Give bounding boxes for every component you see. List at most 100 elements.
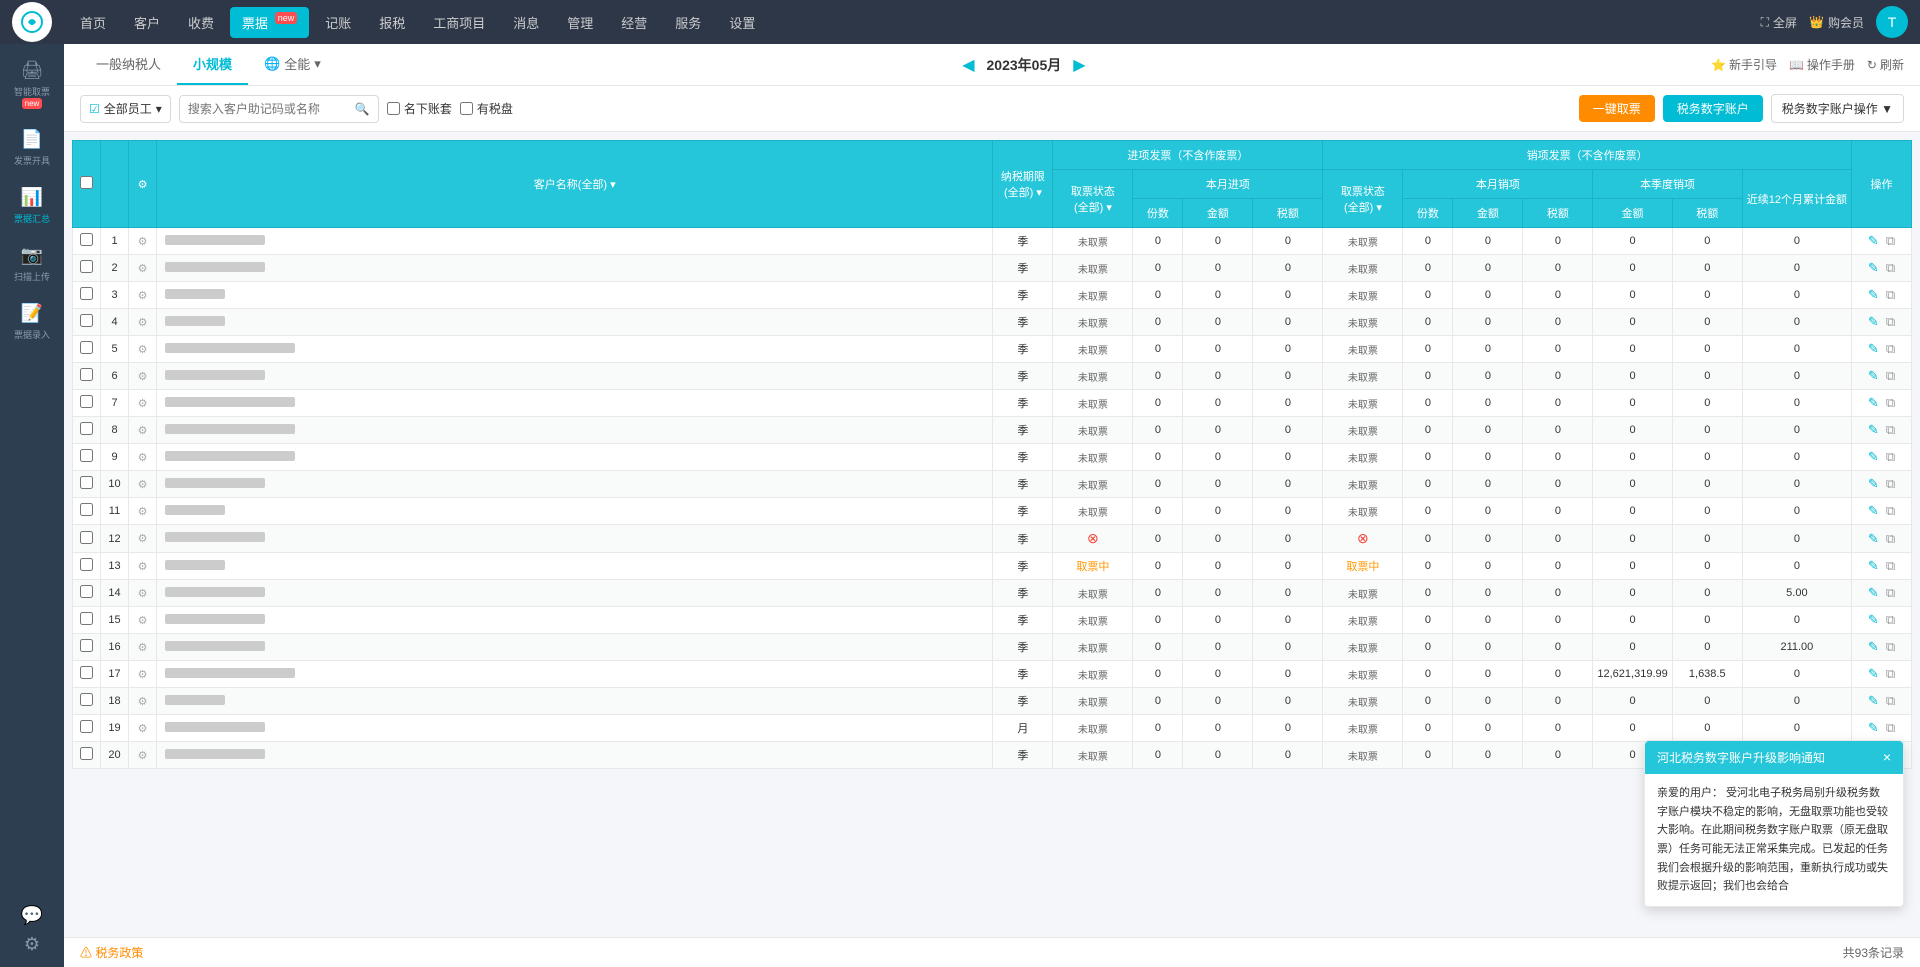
sidebar-item-invoice-summary[interactable]: 📊 票据汇总 [4,179,60,233]
row-checkbox[interactable] [80,747,93,760]
row-settings-icon[interactable]: ⚙ [138,533,148,545]
member-btn[interactable]: 👑 购会员 [1809,14,1864,31]
row-checkbox[interactable] [80,585,93,598]
nav-manage[interactable]: 管理 [555,7,605,38]
row-settings-icon[interactable]: ⚙ [138,669,148,681]
edit-icon[interactable]: ✎ [1868,693,1879,708]
copy-icon[interactable]: ⧉ [1886,395,1895,410]
row-checkbox[interactable] [80,422,93,435]
search-icon[interactable]: 🔍 [355,102,370,116]
chat-icon[interactable]: 💬 [21,905,43,926]
header-client-col[interactable]: 客户名称(全部) ▾ [157,141,993,228]
nav-operation[interactable]: 经营 [609,7,659,38]
avatar[interactable]: T [1876,6,1908,38]
row-settings-icon[interactable]: ⚙ [138,344,148,356]
nav-client[interactable]: 客户 [122,7,172,38]
nav-settings[interactable]: 设置 [717,7,767,38]
row-settings-icon[interactable]: ⚙ [138,506,148,518]
sub-account-checkbox[interactable] [387,102,400,115]
nav-accounting[interactable]: 记账 [313,7,363,38]
edit-icon[interactable]: ✎ [1868,531,1879,546]
edit-icon[interactable]: ✎ [1868,612,1879,627]
row-settings-icon[interactable]: ⚙ [138,371,148,383]
row-settings-icon[interactable]: ⚙ [138,750,148,762]
row-checkbox[interactable] [80,503,93,516]
row-settings-icon[interactable]: ⚙ [138,290,148,302]
nav-business[interactable]: 工商项目 [421,7,497,38]
edit-icon[interactable]: ✎ [1868,476,1879,491]
row-checkbox[interactable] [80,395,93,408]
row-checkbox[interactable] [80,476,93,489]
next-month-btn[interactable]: ▶ [1069,55,1089,75]
copy-icon[interactable]: ⧉ [1886,666,1895,681]
edit-icon[interactable]: ✎ [1868,558,1879,573]
row-checkbox[interactable] [80,639,93,652]
copy-icon[interactable]: ⧉ [1886,341,1895,356]
tab-general-taxpayer[interactable]: 一般纳税人 [80,44,177,85]
copy-icon[interactable]: ⧉ [1886,233,1895,248]
edit-icon[interactable]: ✎ [1868,639,1879,654]
select-all-checkbox[interactable] [80,176,93,189]
nav-home[interactable]: 首页 [68,7,118,38]
header-take-status-out[interactable]: 取票状态(全部) ▾ [1323,170,1403,228]
refresh-btn[interactable]: ↻ 刷新 [1867,56,1904,73]
digital-account-ops-btn[interactable]: 税务数字账户操作 ▼ [1771,94,1904,123]
row-checkbox[interactable] [80,666,93,679]
tab-all[interactable]: 🌐 全能 ▾ [248,44,337,85]
copy-icon[interactable]: ⧉ [1886,287,1895,302]
row-checkbox[interactable] [80,693,93,706]
edit-icon[interactable]: ✎ [1868,666,1879,681]
row-settings-icon[interactable]: ⚙ [138,317,148,329]
prev-month-btn[interactable]: ◀ [958,55,978,75]
row-checkbox[interactable] [80,558,93,571]
nav-message[interactable]: 消息 [501,7,551,38]
fullscreen-btn[interactable]: ⛶ 全屏 [1761,14,1797,31]
sidebar-item-invoice-entry[interactable]: 📝 票据录入 [4,295,60,349]
tax-disk-checkbox[interactable] [460,102,473,115]
tab-small-scale[interactable]: 小规模 [177,44,248,85]
row-settings-icon[interactable]: ⚙ [138,236,148,248]
row-checkbox[interactable] [80,531,93,544]
copy-icon[interactable]: ⧉ [1886,531,1895,546]
nav-tax[interactable]: 报税 [367,7,417,38]
copy-icon[interactable]: ⧉ [1886,368,1895,383]
copy-icon[interactable]: ⧉ [1886,639,1895,654]
tax-policy-link[interactable]: ⚠ 税务政策 [80,944,143,961]
row-checkbox[interactable] [80,368,93,381]
edit-icon[interactable]: ✎ [1868,503,1879,518]
row-settings-icon[interactable]: ⚙ [138,452,148,464]
header-tax-period-col[interactable]: 纳税期限(全部) ▾ [993,141,1053,228]
copy-icon[interactable]: ⧉ [1886,314,1895,329]
copy-icon[interactable]: ⧉ [1886,449,1895,464]
header-take-status-in[interactable]: 取票状态(全部) ▾ [1053,170,1133,228]
row-settings-icon[interactable]: ⚙ [138,588,148,600]
edit-icon[interactable]: ✎ [1868,260,1879,275]
row-checkbox[interactable] [80,233,93,246]
row-checkbox[interactable] [80,449,93,462]
edit-icon[interactable]: ✎ [1868,314,1879,329]
nav-service[interactable]: 服务 [663,7,713,38]
sidebar-item-issue-invoice[interactable]: 📄 发票开具 [4,121,60,175]
edit-icon[interactable]: ✎ [1868,720,1879,735]
sidebar-item-smart-invoice[interactable]: 🖨 智能取票 new [4,52,60,117]
client-search-input[interactable] [188,102,351,116]
edit-icon[interactable]: ✎ [1868,287,1879,302]
nav-invoice[interactable]: 票据 new [230,7,309,38]
settings-icon[interactable]: ⚙ [24,934,40,955]
row-settings-icon[interactable]: ⚙ [138,723,148,735]
row-settings-icon[interactable]: ⚙ [138,263,148,275]
tax-disk-checkbox-label[interactable]: 有税盘 [460,100,513,117]
edit-icon[interactable]: ✎ [1868,585,1879,600]
copy-icon[interactable]: ⧉ [1886,720,1895,735]
edit-icon[interactable]: ✎ [1868,368,1879,383]
row-checkbox[interactable] [80,612,93,625]
row-settings-icon[interactable]: ⚙ [138,561,148,573]
digital-account-btn[interactable]: 税务数字账户 [1663,95,1763,122]
row-checkbox[interactable] [80,260,93,273]
row-settings-icon[interactable]: ⚙ [138,479,148,491]
row-settings-icon[interactable]: ⚙ [138,425,148,437]
row-checkbox[interactable] [80,287,93,300]
sidebar-item-scan-upload[interactable]: 📷 扫描上传 [4,237,60,291]
employee-filter-select[interactable]: ☑ 全部员工 ▾ [80,95,171,123]
row-checkbox[interactable] [80,720,93,733]
